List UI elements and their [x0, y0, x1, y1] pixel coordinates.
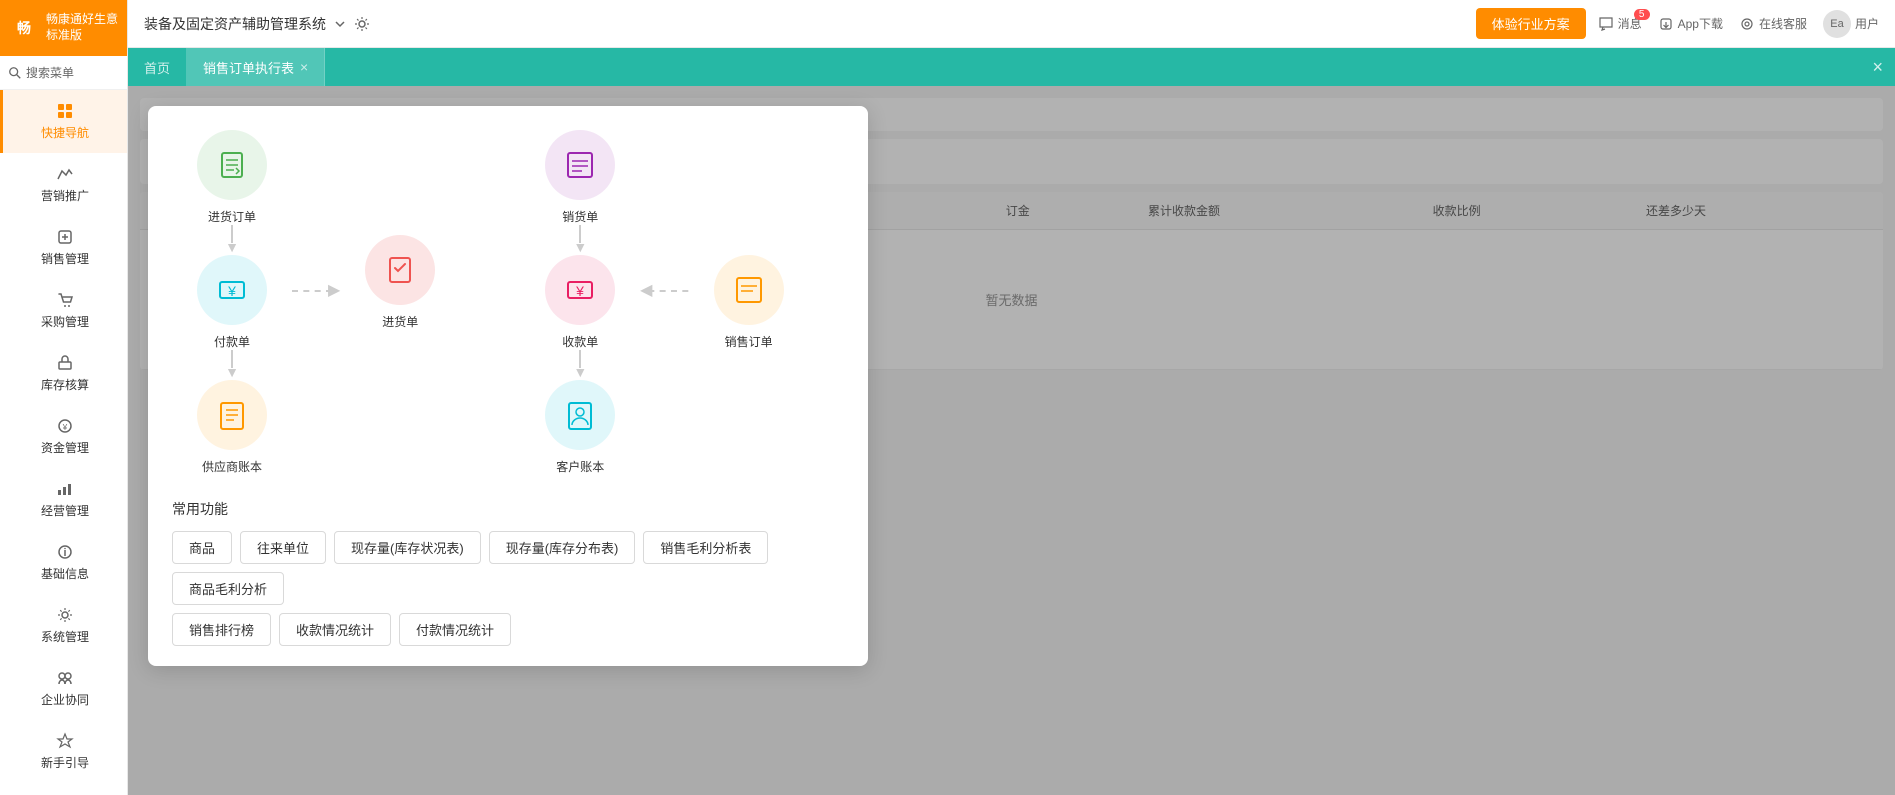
tabbar-close-btn[interactable]: × [1860, 48, 1895, 86]
sidebar-item-purchase[interactable]: 采购管理 [0, 279, 127, 342]
logo-icon: 畅 [8, 12, 40, 44]
sidebar-item-finance[interactable]: ¥ 资金管理 [0, 405, 127, 468]
payment-icon: ¥ [197, 255, 267, 325]
basic-info-icon [56, 543, 74, 561]
arrow-v-3: ▼ [225, 350, 239, 380]
customer-account-icon [545, 380, 615, 450]
btn-payment-stats[interactable]: 付款情况统计 [399, 613, 511, 646]
headset-icon [1739, 16, 1755, 32]
svg-text:¥: ¥ [62, 423, 68, 432]
arrow-v-1: ▼ [225, 225, 239, 255]
sidebar-item-inventory[interactable]: 库存核算 [0, 342, 127, 405]
purchase-bill-icon [365, 235, 435, 305]
receipt-icon: ¥ [545, 255, 615, 325]
sales-icon [56, 228, 74, 246]
sidebar-item-system[interactable]: 系统管理 [0, 594, 127, 657]
dropdown-icon[interactable] [334, 18, 346, 30]
app-download-action[interactable]: App下载 [1658, 15, 1723, 32]
btn-product[interactable]: 商品 [172, 531, 232, 564]
flow-col-1: 进货订单 ▼ ¥ [172, 130, 292, 475]
arrow-v-4: ▼ [573, 350, 587, 380]
flow-col-2: 进货单 [340, 235, 460, 370]
main-content: 装备及固定资产辅助管理系统 体验行业方案 消息 5 [128, 0, 1895, 795]
beginner-icon [56, 732, 74, 750]
btn-stock-dist[interactable]: 现存量(库存分布表) [489, 531, 636, 564]
sidebar-search[interactable]: 搜索菜单 [0, 56, 127, 90]
btn-sales-rank[interactable]: 销售排行榜 [172, 613, 271, 646]
flow-node-supplier-account[interactable]: 供应商账本 [172, 380, 292, 475]
online-service-action[interactable]: 在线客服 [1739, 15, 1807, 32]
purchase-order-icon [197, 130, 267, 200]
enterprise-icon [56, 669, 74, 687]
sales-bill-icon [545, 130, 615, 200]
arrow-h-1-2: ▶ [292, 280, 340, 326]
flow-col-4: 销售订单 [689, 255, 809, 350]
message-action[interactable]: 消息 5 [1598, 15, 1642, 32]
flow-modal: 进货订单 ▼ ¥ [148, 106, 868, 666]
flow-node-customer-account[interactable]: 客户账本 [520, 380, 640, 475]
sidebar-nav: 快捷导航 营销推广 销售管理 [0, 90, 127, 795]
sidebar-item-marketing[interactable]: 营销推广 [0, 153, 127, 216]
system-title: 装备及固定资产辅助管理系统 [144, 14, 1464, 34]
topbar: 装备及固定资产辅助管理系统 体验行业方案 消息 5 [128, 0, 1895, 48]
btn-stock-status[interactable]: 现存量(库存状况表) [334, 531, 481, 564]
arrow-v-2: ▼ [573, 225, 587, 255]
tab-home[interactable]: 首页 [128, 48, 187, 86]
common-buttons-row-2: 销售排行榜 收款情况统计 付款情况统计 [172, 613, 844, 646]
sidebar-item-beginner[interactable]: 新手引导 [0, 720, 127, 783]
settings-icon[interactable] [354, 16, 370, 32]
supplier-account-icon [197, 380, 267, 450]
finance-icon: ¥ [56, 417, 74, 435]
btn-partner[interactable]: 往来单位 [240, 531, 326, 564]
tab-sales-order[interactable]: 销售订单执行表 × [187, 48, 325, 86]
flow-node-sales-bill[interactable]: 销货单 [520, 130, 640, 225]
flow-diagram: 进货订单 ▼ ¥ [172, 130, 844, 475]
flow-node-purchase-bill[interactable]: 进货单 [340, 235, 460, 330]
flow-node-receipt[interactable]: ¥ 收款单 [520, 255, 640, 350]
sidebar-item-enterprise[interactable]: 企业协同 [0, 657, 127, 720]
btn-product-profit[interactable]: 商品毛利分析 [172, 572, 284, 605]
sidebar-item-quick-nav[interactable]: 快捷导航 [0, 90, 127, 153]
sidebar-item-basic-info[interactable]: 基础信息 [0, 531, 127, 594]
app-download-icon [1658, 16, 1674, 32]
sales-order-icon [714, 255, 784, 325]
operations-icon [56, 480, 74, 498]
tab-close-btn[interactable]: × [300, 59, 308, 75]
search-icon [8, 66, 22, 80]
flow-node-payment[interactable]: ¥ 付款单 [172, 255, 292, 350]
marketing-icon [56, 165, 74, 183]
system-icon [56, 606, 74, 624]
avatar: Ea [1823, 10, 1851, 38]
arrow-h-4-3: ▶ [640, 280, 688, 326]
message-icon [1598, 16, 1614, 32]
quick-nav-icon [56, 102, 74, 120]
logo-text: 畅康通好生意 标准版 [46, 12, 118, 43]
svg-text:畅: 畅 [17, 20, 31, 36]
sidebar: 畅 畅康通好生意 标准版 搜索菜单 快捷导航 [0, 0, 128, 795]
flow-node-purchase-order[interactable]: 进货订单 [172, 130, 292, 225]
svg-text:¥: ¥ [575, 283, 584, 299]
sidebar-item-operations[interactable]: 经营管理 [0, 468, 127, 531]
sidebar-logo[interactable]: 畅 畅康通好生意 标准版 [0, 0, 127, 56]
page-content: ? 帮助 按模板打印 [128, 86, 1895, 795]
topbar-actions: 消息 5 App下载 在线客服 [1598, 10, 1879, 38]
user-action[interactable]: Ea 用户 [1823, 10, 1879, 38]
btn-receipt-stats[interactable]: 收款情况统计 [279, 613, 391, 646]
common-functions: 常用功能 商品 往来单位 现存量(库存状况表) 现存量(库存分布表) 销售毛利分… [172, 499, 844, 646]
flow-col-3: 销货单 ▼ ¥ [520, 130, 640, 475]
experience-btn[interactable]: 体验行业方案 [1476, 8, 1586, 39]
btn-sales-profit[interactable]: 销售毛利分析表 [643, 531, 768, 564]
svg-text:¥: ¥ [227, 283, 236, 299]
common-buttons-row: 商品 往来单位 现存量(库存状况表) 现存量(库存分布表) 销售毛利分析表 商品… [172, 531, 844, 605]
sidebar-item-sales[interactable]: 销售管理 [0, 216, 127, 279]
inventory-icon [56, 354, 74, 372]
tabbar: 首页 销售订单执行表 × × [128, 48, 1895, 86]
purchase-icon [56, 291, 74, 309]
modal-overlay: 进货订单 ▼ ¥ [128, 86, 1895, 795]
flow-node-sales-order[interactable]: 销售订单 [689, 255, 809, 350]
